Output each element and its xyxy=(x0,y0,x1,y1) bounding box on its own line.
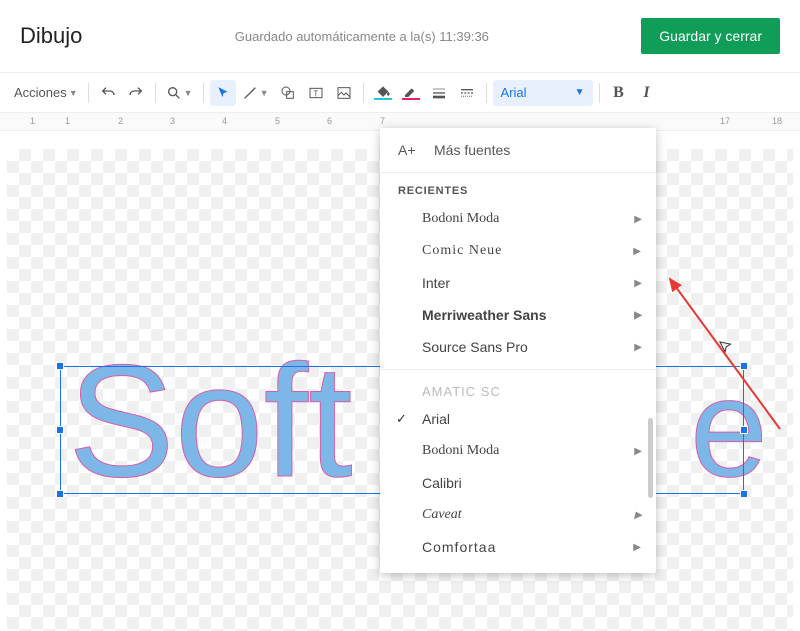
shape-icon xyxy=(280,85,296,101)
pencil-icon xyxy=(403,85,419,97)
font-option[interactable]: Bodoni Moda ▶ xyxy=(380,435,656,467)
font-option-label: Arial xyxy=(422,411,450,427)
zoom-icon xyxy=(166,85,182,101)
dialog-header: Dibujo Guardado automáticamente a la(s) … xyxy=(0,0,800,73)
resize-handle-se[interactable] xyxy=(740,490,748,498)
font-option[interactable]: Comfortaa ▶ xyxy=(380,531,656,563)
toolbar: Acciones ▼ ▼ ▼ T Arial xyxy=(0,73,800,113)
resize-handle-e[interactable] xyxy=(740,426,748,434)
font-option-label: Calibri xyxy=(422,475,462,491)
image-tool[interactable] xyxy=(331,80,357,106)
resize-handle-w[interactable] xyxy=(56,426,64,434)
shape-tool[interactable] xyxy=(275,80,301,106)
textbox-tool[interactable]: T xyxy=(303,80,329,106)
caret-down-icon: ▼ xyxy=(184,88,193,98)
font-option-label: Inter xyxy=(422,275,450,291)
font-option[interactable]: Calibri xyxy=(380,467,656,499)
resize-handle-ne[interactable] xyxy=(740,362,748,370)
line-tool[interactable]: ▼ xyxy=(238,80,273,106)
submenu-arrow-icon: ▶ xyxy=(634,310,642,321)
submenu-arrow-icon: ▶ xyxy=(634,446,642,457)
fill-color-button[interactable] xyxy=(370,80,396,106)
save-and-close-button[interactable]: Guardar y cerrar xyxy=(641,18,780,54)
separator xyxy=(599,83,600,103)
font-dropdown-menu: A+ Más fuentes RECIENTES Bodoni Moda▶Com… xyxy=(380,128,656,573)
italic-button[interactable]: I xyxy=(634,80,660,106)
undo-button[interactable] xyxy=(95,80,121,106)
border-color-swatch xyxy=(402,98,420,100)
font-option[interactable]: Source Sans Pro ▶ xyxy=(380,331,656,363)
line-icon xyxy=(242,85,258,101)
scrollbar-thumb[interactable] xyxy=(648,418,653,498)
line-weight-icon xyxy=(431,85,447,101)
font-option[interactable]: Inter ▶ xyxy=(380,267,656,299)
select-tool[interactable] xyxy=(210,80,236,106)
textbox-icon: T xyxy=(308,85,324,101)
caret-down-icon: ▼ xyxy=(575,87,585,98)
font-option[interactable]: Caveat ▶ xyxy=(380,499,656,531)
separator xyxy=(363,83,364,103)
resize-handle-sw[interactable] xyxy=(56,490,64,498)
actions-menu[interactable]: Acciones ▼ xyxy=(10,80,82,106)
font-option-label: Comfortaa xyxy=(422,539,496,555)
redo-button[interactable] xyxy=(123,80,149,106)
zoom-button[interactable]: ▼ xyxy=(162,80,197,106)
font-option-label: Caveat xyxy=(422,507,462,523)
submenu-arrow-icon: ▶ xyxy=(633,542,642,553)
actions-label: Acciones xyxy=(14,85,67,100)
font-family-selector[interactable]: Arial ▼ xyxy=(493,80,593,106)
image-icon xyxy=(336,85,352,101)
font-option-label: Bodoni Moda xyxy=(422,211,499,227)
undo-icon xyxy=(100,85,116,101)
resize-handle-nw[interactable] xyxy=(56,362,64,370)
submenu-arrow-icon: ▶ xyxy=(633,246,642,257)
font-option-label: Bodoni Moda xyxy=(422,443,499,459)
recent-fonts-header: RECIENTES xyxy=(380,173,656,203)
separator xyxy=(486,83,487,103)
check-icon: ✓ xyxy=(396,411,407,427)
line-dash-icon xyxy=(459,85,475,101)
font-option[interactable]: Merriweather Sans ▶ xyxy=(380,299,656,331)
cursor-icon xyxy=(216,86,230,100)
font-option[interactable]: ✓ Arial xyxy=(380,403,656,435)
border-color-button[interactable] xyxy=(398,80,424,106)
caret-down-icon: ▼ xyxy=(260,88,269,98)
autosave-status: Guardado automáticamente a la(s) 11:39:3… xyxy=(82,29,641,44)
mouse-cursor-icon xyxy=(716,338,735,361)
font-option-label: Comic Neue xyxy=(422,243,502,259)
bold-button[interactable]: B xyxy=(606,80,632,106)
svg-text:T: T xyxy=(313,89,318,98)
fill-color-swatch xyxy=(374,98,392,100)
submenu-arrow-icon: ▶ xyxy=(634,278,642,289)
font-option[interactable]: Bodoni Moda ▶ xyxy=(380,203,656,235)
dialog-title: Dibujo xyxy=(20,23,82,49)
font-selected-label: Arial xyxy=(501,85,527,100)
submenu-arrow-icon: ▶ xyxy=(634,214,642,225)
font-option-label: Source Sans Pro xyxy=(422,339,528,355)
font-option[interactable]: Comic Neue ▶ xyxy=(380,235,656,267)
separator xyxy=(203,83,204,103)
separator xyxy=(155,83,156,103)
more-fonts-label: Más fuentes xyxy=(434,142,510,158)
redo-icon xyxy=(128,85,144,101)
submenu-arrow-icon: ▶ xyxy=(634,342,642,353)
border-dash-button[interactable] xyxy=(454,80,480,106)
paint-bucket-icon xyxy=(375,85,391,97)
submenu-arrow-icon: ▶ xyxy=(634,510,642,521)
caret-down-icon: ▼ xyxy=(69,88,78,98)
amatic-label: AMATIC SC xyxy=(380,376,656,403)
add-font-icon: A+ xyxy=(398,142,418,158)
border-weight-button[interactable] xyxy=(426,80,452,106)
divider xyxy=(380,369,656,370)
font-option-label: Merriweather Sans xyxy=(422,307,547,323)
more-fonts-item[interactable]: A+ Más fuentes xyxy=(380,128,656,173)
separator xyxy=(88,83,89,103)
